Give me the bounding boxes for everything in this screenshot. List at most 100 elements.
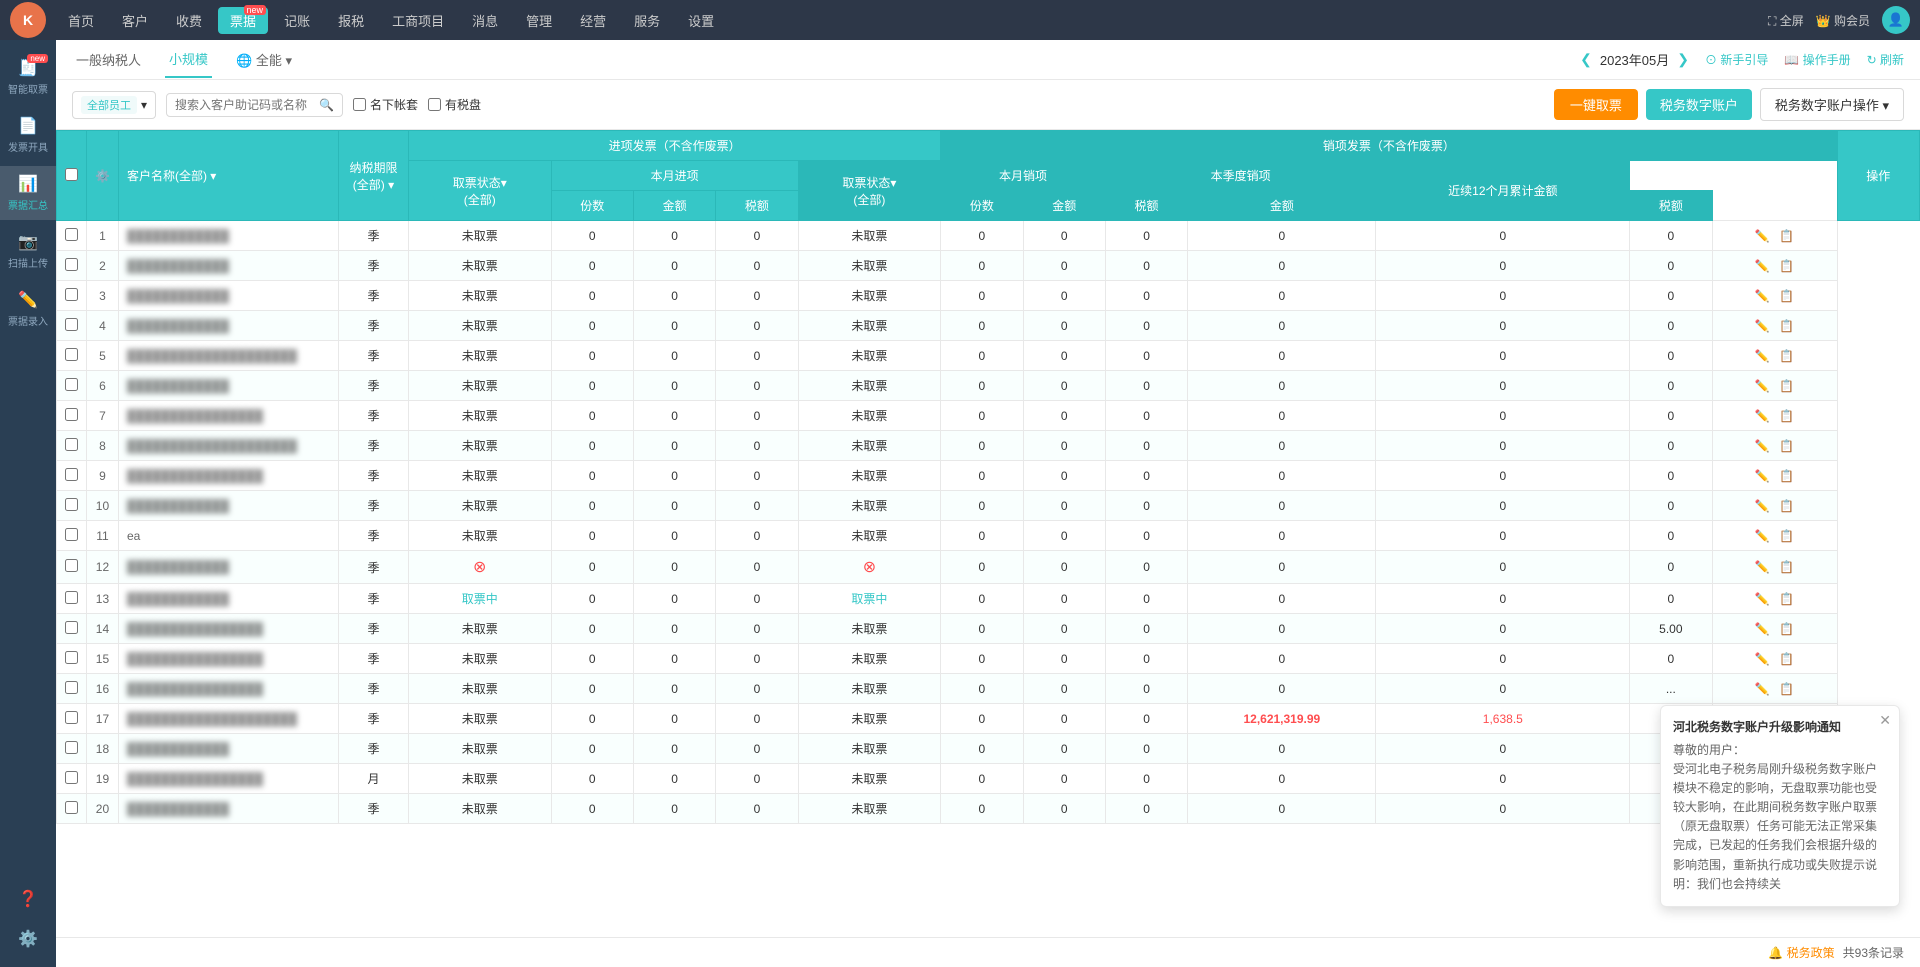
row-checkbox[interactable]: [65, 801, 78, 814]
tax-digital-op-button[interactable]: 税务数字账户操作 ▾: [1760, 88, 1904, 121]
copy-icon[interactable]: 📋: [1779, 379, 1794, 393]
sidebar-item-invoice-entry[interactable]: ✏️ 票据录入: [0, 282, 56, 336]
tax-digital-button[interactable]: 税务数字账户: [1646, 89, 1752, 120]
edit-icon[interactable]: ✏️: [1755, 259, 1770, 273]
col-checkbox[interactable]: [57, 311, 87, 341]
nav-business[interactable]: 工商项目: [380, 7, 456, 34]
col-checkbox[interactable]: [57, 644, 87, 674]
select-all-checkbox[interactable]: [65, 168, 78, 181]
manual-link[interactable]: 📖 操作手册: [1784, 51, 1850, 68]
col-checkbox[interactable]: [57, 584, 87, 614]
row-checkbox[interactable]: [65, 711, 78, 724]
copy-icon[interactable]: 📋: [1779, 439, 1794, 453]
edit-icon[interactable]: ✏️: [1755, 529, 1770, 543]
nav-manage[interactable]: 管理: [514, 7, 564, 34]
col-checkbox[interactable]: [57, 704, 87, 734]
nav-invoice[interactable]: 票据new: [218, 7, 268, 34]
sub-account-checkbox[interactable]: [353, 98, 366, 111]
col-checkbox[interactable]: [57, 461, 87, 491]
col-checkbox[interactable]: [57, 251, 87, 281]
nav-accounting[interactable]: 记账: [272, 7, 322, 34]
edit-icon[interactable]: ✏️: [1755, 592, 1770, 606]
copy-icon[interactable]: 📋: [1779, 289, 1794, 303]
has-vat-checkbox-label[interactable]: 有税盘: [428, 96, 481, 113]
edit-icon[interactable]: ✏️: [1755, 622, 1770, 636]
row-checkbox[interactable]: [65, 651, 78, 664]
sidebar-item-invoice-open[interactable]: 📄 发票开具: [0, 108, 56, 162]
nav-client[interactable]: 客户: [110, 7, 160, 34]
col-checkbox[interactable]: [57, 341, 87, 371]
col-period-header[interactable]: 纳税期限(全部) ▾: [338, 131, 408, 221]
copy-icon[interactable]: 📋: [1779, 622, 1794, 636]
edit-icon[interactable]: ✏️: [1755, 349, 1770, 363]
sidebar-item-smart-invoice[interactable]: 🧾 智能取票 new: [0, 50, 56, 104]
row-checkbox[interactable]: [65, 468, 78, 481]
nav-operation[interactable]: 经营: [568, 7, 618, 34]
copy-icon[interactable]: 📋: [1779, 349, 1794, 363]
copy-icon[interactable]: 📋: [1779, 682, 1794, 696]
edit-icon[interactable]: ✏️: [1755, 319, 1770, 333]
subtab-small[interactable]: 小规模: [165, 41, 212, 78]
has-vat-checkbox[interactable]: [428, 98, 441, 111]
row-checkbox[interactable]: [65, 408, 78, 421]
search-input[interactable]: [175, 98, 315, 112]
nav-settings[interactable]: 设置: [676, 7, 726, 34]
popup-close-button[interactable]: ✕: [1879, 712, 1891, 729]
col-checkbox[interactable]: [57, 491, 87, 521]
row-checkbox[interactable]: [65, 771, 78, 784]
new-guide-link[interactable]: ⊙ 新手引导: [1705, 51, 1768, 68]
col-checkbox[interactable]: [57, 431, 87, 461]
user-avatar[interactable]: 👤: [1882, 6, 1910, 34]
fullscreen-button[interactable]: ⛶ 全屏: [1768, 12, 1804, 29]
copy-icon[interactable]: 📋: [1779, 259, 1794, 273]
nav-income[interactable]: 收费: [164, 7, 214, 34]
sidebar-help[interactable]: ❓: [14, 881, 42, 917]
sidebar-settings[interactable]: ⚙️: [14, 921, 42, 957]
copy-icon[interactable]: 📋: [1779, 652, 1794, 666]
row-checkbox[interactable]: [65, 591, 78, 604]
row-checkbox[interactable]: [65, 621, 78, 634]
row-checkbox[interactable]: [65, 681, 78, 694]
copy-icon[interactable]: 📋: [1779, 319, 1794, 333]
edit-icon[interactable]: ✏️: [1755, 229, 1770, 243]
copy-icon[interactable]: 📋: [1779, 592, 1794, 606]
col-in-status-header[interactable]: 取票状态▾(全部): [408, 161, 551, 221]
row-checkbox[interactable]: [65, 528, 78, 541]
row-checkbox[interactable]: [65, 741, 78, 754]
refresh-button[interactable]: ↻ 刷新: [1867, 51, 1904, 68]
col-checkbox[interactable]: [57, 401, 87, 431]
copy-icon[interactable]: 📋: [1779, 560, 1794, 574]
row-checkbox[interactable]: [65, 559, 78, 572]
copy-icon[interactable]: 📋: [1779, 229, 1794, 243]
edit-icon[interactable]: ✏️: [1755, 439, 1770, 453]
col-out-status-header[interactable]: 取票状态▾(全部): [798, 161, 941, 221]
col-checkbox[interactable]: [57, 551, 87, 584]
sidebar-item-scan-upload[interactable]: 📷 扫描上传: [0, 224, 56, 278]
one-click-button[interactable]: 一键取票: [1554, 89, 1638, 120]
nav-tax[interactable]: 报税: [326, 7, 376, 34]
member-button[interactable]: 👑 购会员: [1816, 12, 1870, 29]
search-box[interactable]: 🔍: [166, 93, 343, 117]
employee-filter[interactable]: 全部员工 ▾: [72, 91, 156, 119]
col-checkbox[interactable]: [57, 221, 87, 251]
row-checkbox[interactable]: [65, 258, 78, 271]
sub-account-checkbox-label[interactable]: 名下帐套: [353, 96, 418, 113]
edit-icon[interactable]: ✏️: [1755, 652, 1770, 666]
tax-policy-link[interactable]: 🔔 税务政策: [1768, 944, 1834, 961]
row-checkbox[interactable]: [65, 498, 78, 511]
subtab-general[interactable]: 一般纳税人: [72, 42, 145, 77]
edit-icon[interactable]: ✏️: [1755, 499, 1770, 513]
edit-icon[interactable]: ✏️: [1755, 560, 1770, 574]
next-month-button[interactable]: ❯: [1677, 51, 1689, 68]
sidebar-item-invoice-summary[interactable]: 📊 票据汇总: [0, 166, 56, 220]
edit-icon[interactable]: ✏️: [1755, 289, 1770, 303]
row-checkbox[interactable]: [65, 318, 78, 331]
row-checkbox[interactable]: [65, 348, 78, 361]
col-checkbox[interactable]: [57, 794, 87, 824]
edit-icon[interactable]: ✏️: [1755, 469, 1770, 483]
row-checkbox[interactable]: [65, 228, 78, 241]
edit-icon[interactable]: ✏️: [1755, 379, 1770, 393]
copy-icon[interactable]: 📋: [1779, 529, 1794, 543]
prev-month-button[interactable]: ❮: [1580, 51, 1592, 68]
col-checkbox[interactable]: [57, 614, 87, 644]
